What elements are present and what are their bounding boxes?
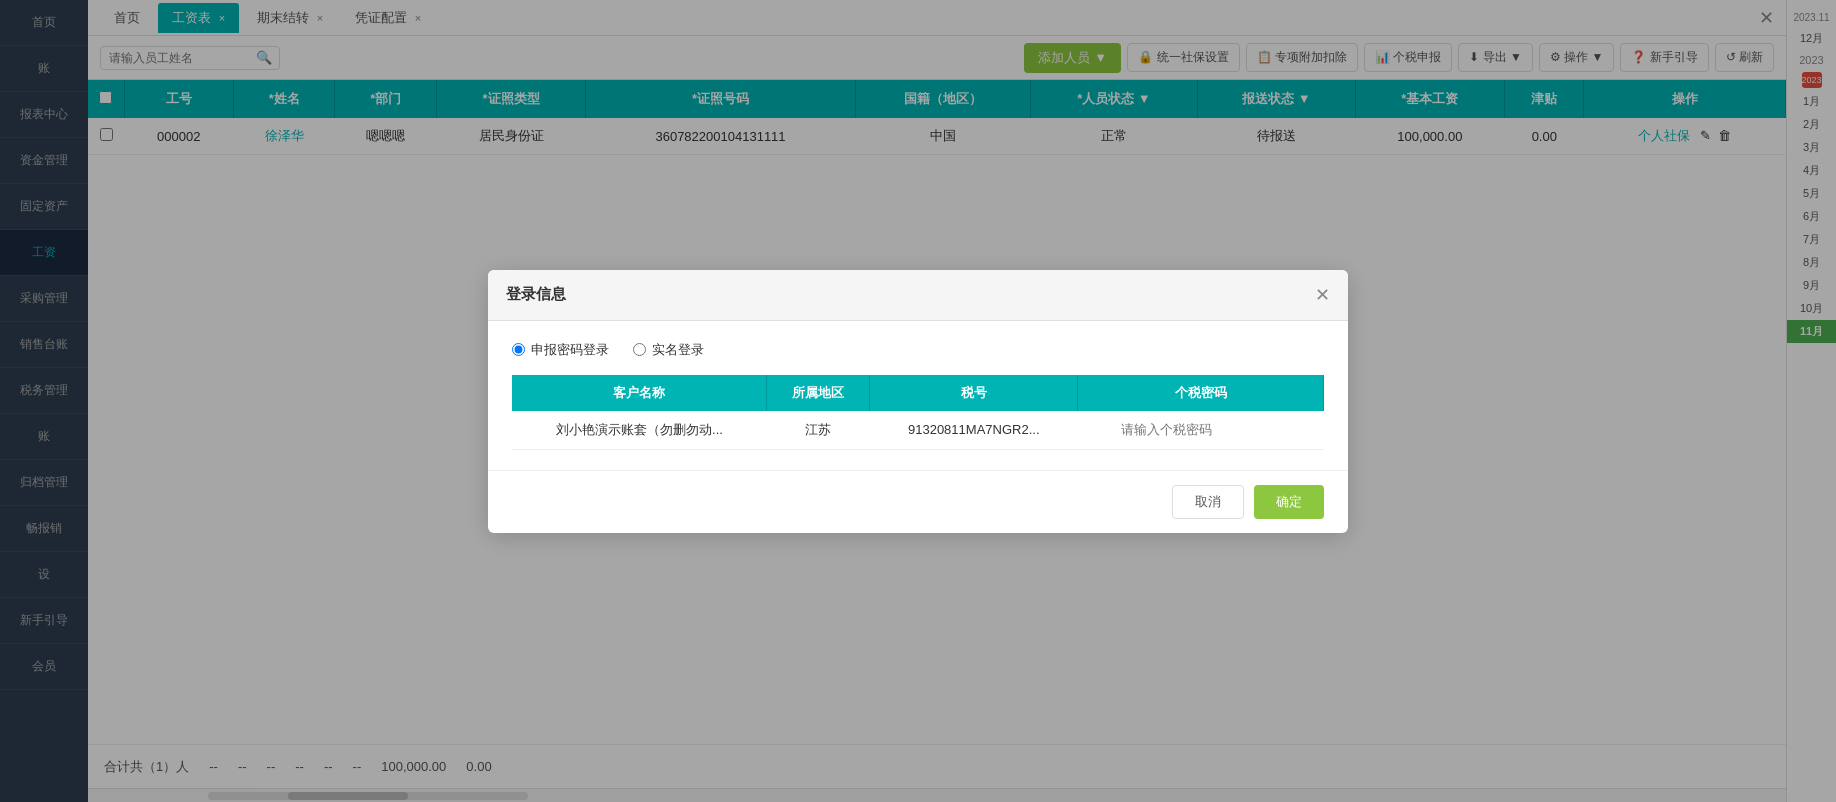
modal-row-region: 江苏 (767, 411, 870, 450)
modal-row-password (1078, 411, 1324, 450)
modal-close-button[interactable]: ✕ (1315, 284, 1330, 306)
modal-overlay: 登录信息 ✕ 申报密码登录 实名登录 客户名称 所属地区 (0, 0, 1836, 802)
modal-th-region: 所属地区 (767, 375, 870, 411)
modal-table-row: 刘小艳演示账套（勿删勿动... 江苏 91320811MA7NGR2... (512, 411, 1324, 450)
modal-th-taxno: 税号 (870, 375, 1078, 411)
login-info-modal: 登录信息 ✕ 申报密码登录 实名登录 客户名称 所属地区 (488, 270, 1348, 533)
modal-header: 登录信息 ✕ (488, 270, 1348, 321)
modal-body: 申报密码登录 实名登录 客户名称 所属地区 税号 个税密码 (488, 321, 1348, 470)
modal-row-name: 刘小艳演示账套（勿删勿动... (512, 411, 767, 450)
modal-table: 客户名称 所属地区 税号 个税密码 刘小艳演示账套（勿删勿动... 江苏 913… (512, 375, 1324, 450)
radio-realname-input[interactable] (633, 343, 646, 356)
modal-row-taxno: 91320811MA7NGR2... (870, 411, 1078, 450)
tax-password-input[interactable] (1121, 422, 1281, 437)
radio-realname-login[interactable]: 实名登录 (633, 341, 704, 359)
radio-password-login[interactable]: 申报密码登录 (512, 341, 609, 359)
modal-title: 登录信息 (506, 285, 566, 304)
cancel-button[interactable]: 取消 (1172, 485, 1244, 519)
radio-password-input[interactable] (512, 343, 525, 356)
modal-footer: 取消 确定 (488, 470, 1348, 533)
modal-th-name: 客户名称 (512, 375, 767, 411)
modal-th-password: 个税密码 (1078, 375, 1324, 411)
confirm-button[interactable]: 确定 (1254, 485, 1324, 519)
radio-group: 申报密码登录 实名登录 (512, 341, 1324, 359)
